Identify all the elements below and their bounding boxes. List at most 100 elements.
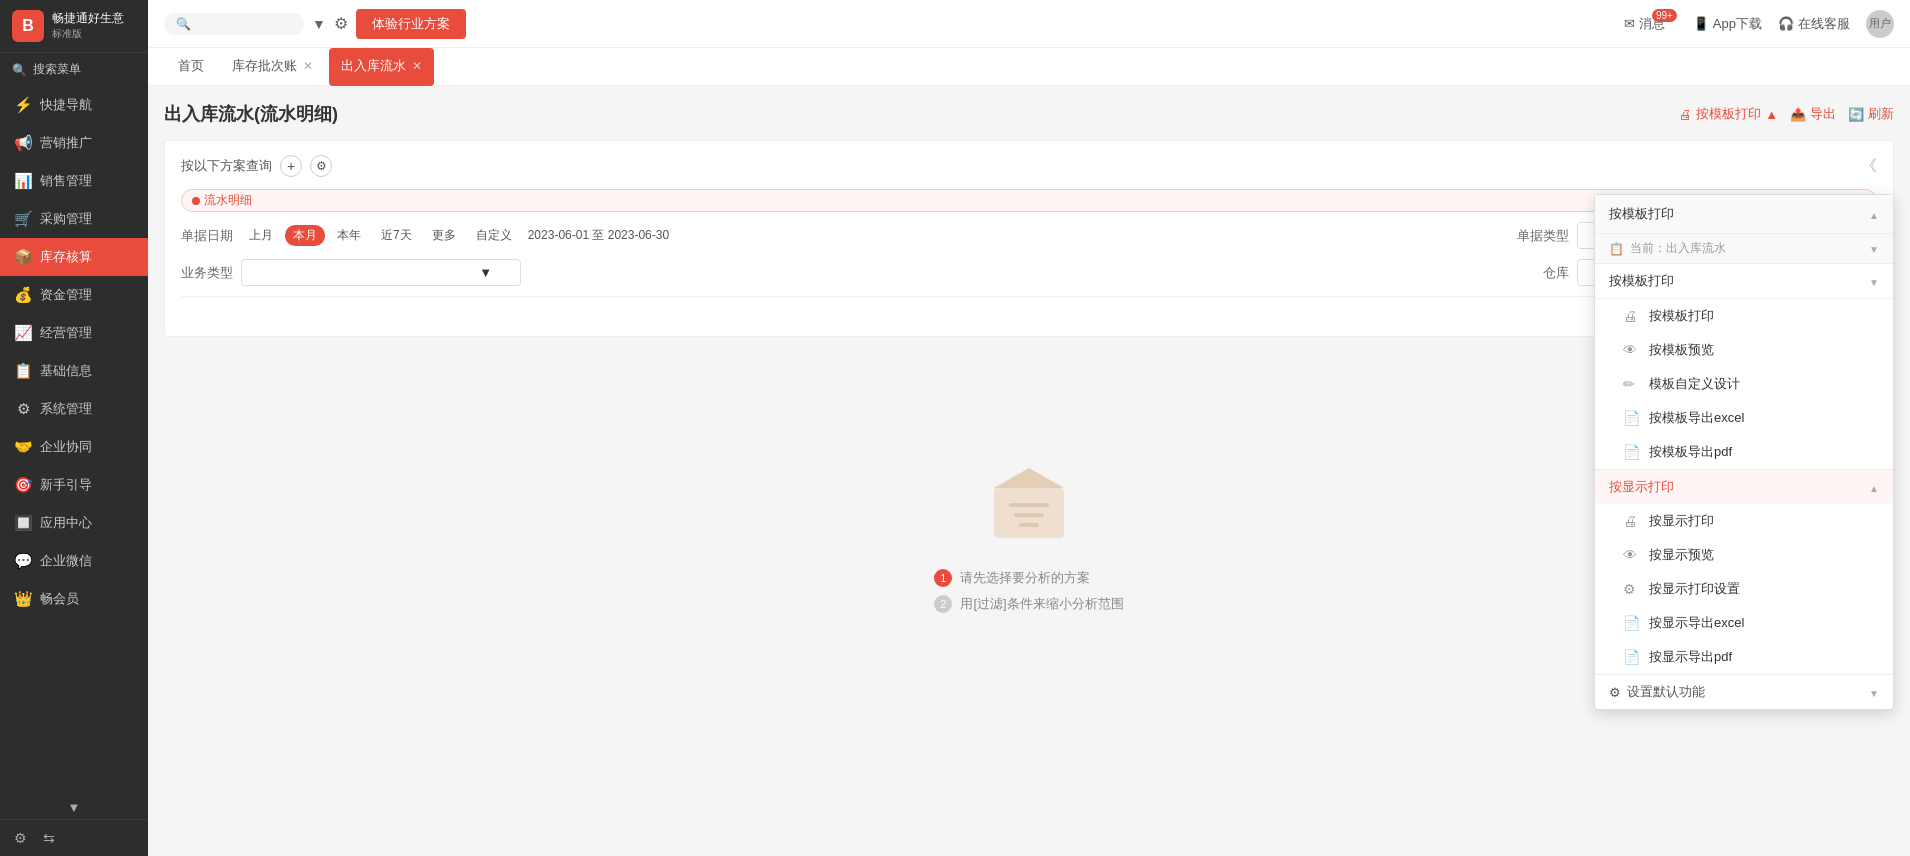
date-opt-this-month[interactable]: 本月 xyxy=(285,225,325,246)
tab-warehouse-flow-close[interactable]: ✕ xyxy=(412,59,422,73)
sidebar-item-label: 采购管理 xyxy=(40,210,92,228)
template-design-label: 模板自定义设计 xyxy=(1649,375,1740,393)
biz-type-select[interactable]: ▼ xyxy=(241,259,521,286)
tab-warehouse-flow[interactable]: 出入库流水 ✕ xyxy=(329,48,434,86)
sidebar-scroll-down[interactable]: ▼ xyxy=(0,796,148,819)
date-opt-more[interactable]: 更多 xyxy=(424,225,464,246)
search-add-btn[interactable]: + xyxy=(280,155,302,177)
footer-arrow xyxy=(1869,685,1879,700)
finance-icon: 💰 xyxy=(14,286,32,304)
sidebar-item-quick-nav[interactable]: ⚡ 快捷导航 xyxy=(0,86,148,124)
wechat-icon: 💬 xyxy=(14,552,32,570)
sidebar-item-member[interactable]: 👑 畅会员 xyxy=(0,580,148,618)
date-options: 上月 本月 本年 近7天 更多 自定义 xyxy=(241,225,520,246)
dropdown-item-template-excel[interactable]: 📄 按模板导出excel xyxy=(1595,401,1893,435)
dropdown-item-display-preview[interactable]: 👁 按显示预览 xyxy=(1595,538,1893,572)
sidebar-item-guide[interactable]: 🎯 新手引导 xyxy=(0,466,148,504)
sidebar-item-label: 销售管理 xyxy=(40,172,92,190)
sidebar-toggle-icon[interactable]: ⇆ xyxy=(43,830,55,846)
dropdown-footer-settings[interactable]: ⚙ 设置默认功能 xyxy=(1595,675,1893,709)
print-template-btn[interactable]: 🖨 按模板打印 ▲ xyxy=(1679,105,1778,123)
search-settings-btn[interactable]: ⚙ xyxy=(310,155,332,177)
export-btn[interactable]: 📤 导出 xyxy=(1790,105,1836,123)
footer-settings-label: 设置默认功能 xyxy=(1627,683,1705,701)
template-excel-icon: 📄 xyxy=(1623,410,1639,426)
sidebar-item-operations[interactable]: 📈 经营管理 xyxy=(0,314,148,352)
dropdown-item-display-pdf[interactable]: 📄 按显示导出pdf xyxy=(1595,640,1893,675)
dropdown-item-template-design[interactable]: ✏ 模板自定义设计 xyxy=(1595,367,1893,401)
display-print-label: 按显示打印 xyxy=(1649,512,1714,530)
dropdown-collapse-icon[interactable] xyxy=(1869,207,1879,222)
tab-batch-account-close[interactable]: ✕ xyxy=(303,59,313,73)
search-panel-label: 按以下方案查询 xyxy=(181,157,272,175)
sidebar-item-collab[interactable]: 🤝 企业协同 xyxy=(0,428,148,466)
collab-icon: 🤝 xyxy=(14,438,32,456)
settings-gear-icon[interactable]: ⚙ xyxy=(14,830,27,846)
date-opt-this-year[interactable]: 本年 xyxy=(329,225,369,246)
biz-type-field: 业务类型 ▼ xyxy=(181,259,521,286)
date-label: 单据日期 xyxy=(181,227,233,245)
dropdown-item-template-preview[interactable]: 👁 按模板预览 xyxy=(1595,333,1893,367)
tip-number-1: 1 xyxy=(934,569,952,587)
app-download-btn[interactable]: 📱 App下载 xyxy=(1693,15,1762,33)
page-header: 出入库流水(流水明细) 🖨 按模板打印 ▲ 📤 导出 🔄 刷新 xyxy=(164,102,1894,126)
sidebar-bottom: ⚙ ⇆ xyxy=(0,819,148,856)
tip-number-2: 2 xyxy=(934,595,952,613)
topbar-right: ✉ 消息 99+ 📱 App下载 🎧 在线客服 用户 xyxy=(1624,10,1894,38)
sidebar-item-label: 资金管理 xyxy=(40,286,92,304)
app-edition: 标准版 xyxy=(52,27,124,41)
empty-tip-1: 1 请先选择要分析的方案 xyxy=(934,569,1123,587)
display-print-icon: 🖨 xyxy=(1623,513,1639,529)
sidebar-item-purchase[interactable]: 🛒 采购管理 xyxy=(0,200,148,238)
template-section-header[interactable]: 按模板打印 xyxy=(1595,264,1893,299)
date-range-box[interactable]: 2023-06-01 至 2023-06-30 xyxy=(528,227,669,244)
sidebar-item-marketing[interactable]: 📢 营销推广 xyxy=(0,124,148,162)
current-icon: 📋 xyxy=(1609,242,1624,256)
sidebar-item-sales[interactable]: 📊 销售管理 xyxy=(0,162,148,200)
sidebar-search-label: 搜索菜单 xyxy=(33,61,81,78)
date-range-text: 2023-06-01 至 2023-06-30 xyxy=(528,227,669,244)
search-collapse-btn[interactable]: 《 xyxy=(1861,156,1877,177)
topbar-search-icon: 🔍 xyxy=(176,17,191,31)
date-opt-7days[interactable]: 近7天 xyxy=(373,225,420,246)
sidebar-item-basic-info[interactable]: 📋 基础信息 xyxy=(0,352,148,390)
tab-batch-account[interactable]: 库存批次账 ✕ xyxy=(218,48,327,86)
sidebar-item-finance[interactable]: 💰 资金管理 xyxy=(0,276,148,314)
dropdown-item-display-settings[interactable]: ⚙ 按显示打印设置 xyxy=(1595,572,1893,606)
dropdown-current: 📋 当前：出入库流水 xyxy=(1595,234,1893,264)
sidebar-item-label: 库存核算 xyxy=(40,248,92,266)
dropdown-item-template-pdf[interactable]: 📄 按模板导出pdf xyxy=(1595,435,1893,470)
message-badge: 99+ xyxy=(1652,9,1677,22)
sidebar-item-inventory[interactable]: 📦 库存核算 xyxy=(0,238,148,276)
guide-icon: 🎯 xyxy=(14,476,32,494)
refresh-label: 刷新 xyxy=(1868,105,1894,123)
tab-home[interactable]: 首页 xyxy=(164,48,218,86)
tabs-bar: 首页 库存批次账 ✕ 出入库流水 ✕ xyxy=(148,48,1910,86)
topbar-gear-icon[interactable]: ⚙ xyxy=(334,14,348,33)
phone-icon: 📱 xyxy=(1693,16,1709,31)
sidebar-item-wechat[interactable]: 💬 企业微信 xyxy=(0,542,148,580)
quick-nav-icon: ⚡ xyxy=(14,96,32,114)
message-btn[interactable]: ✉ 消息 99+ xyxy=(1624,15,1665,33)
dropdown-item-template-print[interactable]: 🖨 按模板打印 xyxy=(1595,299,1893,333)
refresh-btn[interactable]: 🔄 刷新 xyxy=(1848,105,1894,123)
trial-btn[interactable]: 体验行业方案 xyxy=(356,9,466,39)
current-dropdown-icon[interactable] xyxy=(1869,242,1879,256)
tab-home-label: 首页 xyxy=(178,57,204,75)
date-opt-custom[interactable]: 自定义 xyxy=(468,225,520,246)
date-opt-last-month[interactable]: 上月 xyxy=(241,225,281,246)
user-avatar[interactable]: 用户 xyxy=(1866,10,1894,38)
sidebar-item-label: 营销推广 xyxy=(40,134,92,152)
dropdown-item-display-print[interactable]: 🖨 按显示打印 xyxy=(1595,504,1893,538)
sidebar-item-app-center[interactable]: 🔲 应用中心 xyxy=(0,504,148,542)
avatar-text: 用户 xyxy=(1869,16,1891,31)
svg-marker-1 xyxy=(994,468,1064,488)
online-service-btn[interactable]: 🎧 在线客服 xyxy=(1778,15,1850,33)
sidebar-search[interactable]: 🔍 搜索菜单 xyxy=(0,53,148,86)
sidebar-item-system[interactable]: ⚙ 系统管理 xyxy=(0,390,148,428)
dropdown-item-display-excel[interactable]: 📄 按显示导出excel xyxy=(1595,606,1893,640)
display-section-header[interactable]: 按显示打印 xyxy=(1595,470,1893,504)
topbar-search-box[interactable]: 🔍 xyxy=(164,13,304,35)
template-section-arrow xyxy=(1869,274,1879,289)
topbar-dropdown-btn[interactable]: ▼ xyxy=(312,16,326,32)
